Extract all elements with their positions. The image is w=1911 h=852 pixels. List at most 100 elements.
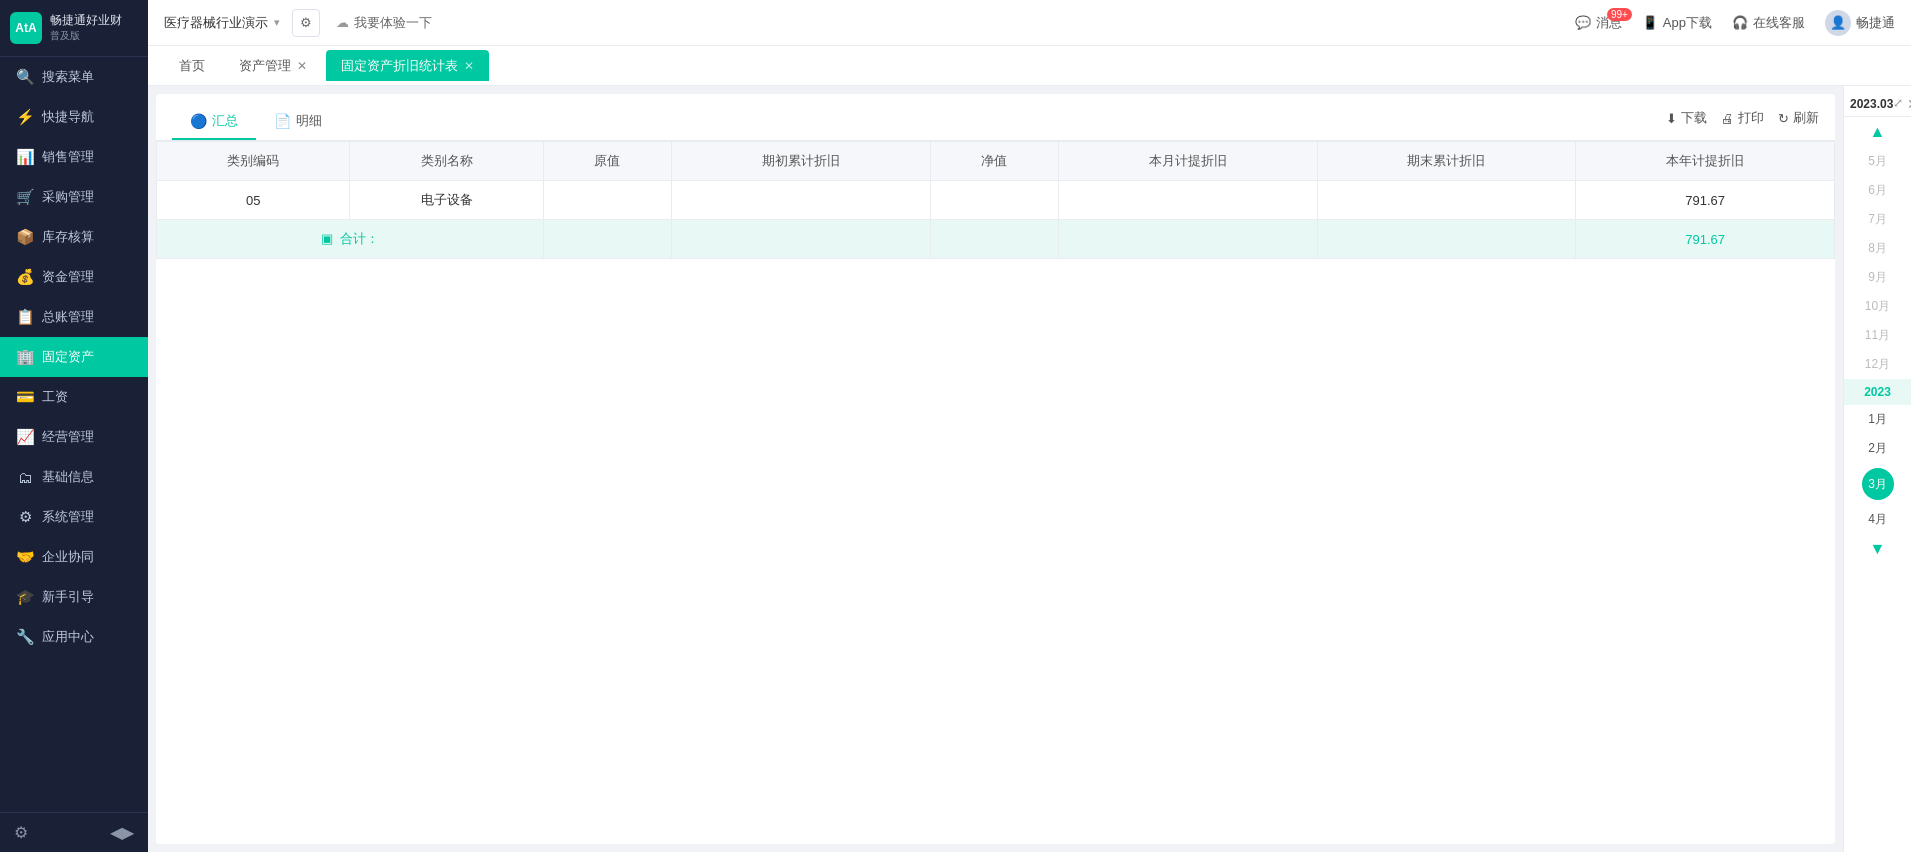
sales-icon: 📊 xyxy=(16,148,34,166)
sidebar-item-guide[interactable]: 🎓 新手引导 xyxy=(0,577,148,617)
sidebar-item-basic[interactable]: 🗂 基础信息 xyxy=(0,457,148,497)
table-header-row: 类别编码 类别名称 原值 期初累计折旧 净值 本月计提折旧 期末累计折旧 本年计… xyxy=(157,142,1835,181)
col-annual-depr: 本年计提折旧 xyxy=(1576,142,1835,181)
inventory-icon: 📦 xyxy=(16,228,34,246)
tab-assets-close[interactable]: ✕ xyxy=(297,59,307,73)
tab-depreciation-close[interactable]: ✕ xyxy=(464,59,474,73)
sidebar-item-business[interactable]: 📈 经营管理 xyxy=(0,417,148,457)
tab-assets[interactable]: 资产管理 ✕ xyxy=(224,50,322,81)
sidebar-item-fixedassets[interactable]: 🏢 固定资产 xyxy=(0,337,148,377)
funds-icon: 💰 xyxy=(16,268,34,286)
date-month-6[interactable]: 6月 xyxy=(1844,176,1911,205)
summary-tab-icon: 🔵 xyxy=(190,113,207,129)
sidebar-item-label: 快捷导航 xyxy=(42,108,94,126)
subtotal-annual-depr: 791.67 xyxy=(1576,220,1835,259)
sidebar-logo: AtA 畅捷通好业财 普及版 xyxy=(0,0,148,57)
date-month-5[interactable]: 5月 xyxy=(1844,147,1911,176)
date-month-8[interactable]: 8月 xyxy=(1844,234,1911,263)
sidebar-scroll: 🔍 搜索菜单 ⚡ 快捷导航 📊 销售管理 🛒 采购管理 📦 库存核算 💰 资金管… xyxy=(0,57,148,812)
date-nav-up[interactable]: ▲ xyxy=(1844,117,1911,147)
settings-button[interactable]: ⚙ xyxy=(292,9,320,37)
expand-icon[interactable]: ⤢ xyxy=(1893,96,1903,112)
sidebar-item-label: 系统管理 xyxy=(42,508,94,526)
date-month-3[interactable]: 3月 xyxy=(1862,468,1894,500)
top-header: 医疗器械行业演示 ▾ ⚙ ☁ 我要体验一下 💬 消息 99+ 📱 App下载 🎧… xyxy=(148,0,1911,46)
date-panel: 2023.03 ⤢ ✕ ▲ 5月 6月 7月 8月 9月 10月 11月 12月… xyxy=(1843,86,1911,852)
subtotal-icon: ▣ xyxy=(321,231,333,246)
messages-badge: 99+ xyxy=(1607,8,1632,21)
sidebar-item-label: 库存核算 xyxy=(42,228,94,246)
date-month-12[interactable]: 12月 xyxy=(1844,350,1911,379)
depreciation-table: 类别编码 类别名称 原值 期初累计折旧 净值 本月计提折旧 期末累计折旧 本年计… xyxy=(156,141,1835,259)
content-area: 🔵 汇总 📄 明细 ⬇ 下载 🖨 打印 xyxy=(148,86,1911,852)
collapse-icon[interactable]: ◀▶ xyxy=(110,823,134,842)
date-month-2[interactable]: 2月 xyxy=(1844,434,1911,463)
tab-depreciation[interactable]: 固定资产折旧统计表 ✕ xyxy=(326,50,489,81)
sidebar-item-funds[interactable]: 💰 资金管理 xyxy=(0,257,148,297)
sub-tab-detail-label: 明细 xyxy=(296,112,322,130)
coop-icon: 🤝 xyxy=(16,548,34,566)
app-name: 畅捷通好业财 xyxy=(50,13,122,29)
tab-bar: 首页 资产管理 ✕ 固定资产折旧统计表 ✕ xyxy=(148,46,1911,86)
tab-home-label: 首页 xyxy=(179,57,205,75)
print-button[interactable]: 🖨 打印 xyxy=(1721,109,1764,127)
ledger-icon: 📋 xyxy=(16,308,34,326)
sub-tab-summary[interactable]: 🔵 汇总 xyxy=(172,104,256,140)
sidebar-item-system[interactable]: ⚙ 系统管理 xyxy=(0,497,148,537)
sidebar-item-label: 采购管理 xyxy=(42,188,94,206)
basic-icon: 🗂 xyxy=(16,469,34,486)
row-name: 电子设备 xyxy=(350,181,543,220)
sidebar-item-purchase[interactable]: 🛒 采购管理 xyxy=(0,177,148,217)
company-select[interactable]: 医疗器械行业演示 ▾ xyxy=(164,14,280,32)
refresh-button[interactable]: ↻ 刷新 xyxy=(1778,109,1819,127)
sidebar-item-label: 应用中心 xyxy=(42,628,94,646)
col-opening-depr: 期初累计折旧 xyxy=(671,142,930,181)
col-ending-depr: 期末累计折旧 xyxy=(1317,142,1576,181)
date-month-1[interactable]: 1月 xyxy=(1844,405,1911,434)
sidebar-item-payroll[interactable]: 💳 工资 xyxy=(0,377,148,417)
date-month-11[interactable]: 11月 xyxy=(1844,321,1911,350)
message-icon: 💬 xyxy=(1575,15,1591,30)
detail-tab-icon: 📄 xyxy=(274,113,291,129)
date-month-4[interactable]: 4月 xyxy=(1844,505,1911,534)
sidebar-item-apps[interactable]: 🔧 应用中心 xyxy=(0,617,148,657)
sub-tab-summary-label: 汇总 xyxy=(212,112,238,130)
sidebar-item-search[interactable]: 🔍 搜索菜单 xyxy=(0,57,148,97)
main-area: 医疗器械行业演示 ▾ ⚙ ☁ 我要体验一下 💬 消息 99+ 📱 App下载 🎧… xyxy=(148,0,1911,852)
service-icon: 🎧 xyxy=(1732,15,1748,30)
download-icon: 📱 xyxy=(1642,15,1658,30)
app-download-button[interactable]: 📱 App下载 xyxy=(1642,14,1712,32)
business-icon: 📈 xyxy=(16,428,34,446)
col-code: 类别编码 xyxy=(157,142,350,181)
date-month-10[interactable]: 10月 xyxy=(1844,292,1911,321)
messages-button[interactable]: 💬 消息 99+ xyxy=(1575,14,1622,32)
sidebar-item-inventory[interactable]: 📦 库存核算 xyxy=(0,217,148,257)
online-service-button[interactable]: 🎧 在线客服 xyxy=(1732,14,1805,32)
date-nav-down[interactable]: ▼ xyxy=(1844,534,1911,564)
table-wrap: 类别编码 类别名称 原值 期初累计折旧 净值 本月计提折旧 期末累计折旧 本年计… xyxy=(156,141,1835,844)
app-logo-icon: AtA xyxy=(10,12,42,44)
tab-depreciation-label: 固定资产折旧统计表 xyxy=(341,57,458,75)
sidebar-item-sales[interactable]: 📊 销售管理 xyxy=(0,137,148,177)
sidebar-item-ledger[interactable]: 📋 总账管理 xyxy=(0,297,148,337)
date-month-9[interactable]: 9月 xyxy=(1844,263,1911,292)
sub-tab-detail[interactable]: 📄 明细 xyxy=(256,104,340,140)
close-date-panel-icon[interactable]: ✕ xyxy=(1907,96,1911,112)
experience-button[interactable]: ☁ 我要体验一下 xyxy=(336,14,432,32)
subtotal-label: ▣ 合计： xyxy=(157,220,544,259)
sidebar-item-coop[interactable]: 🤝 企业协同 xyxy=(0,537,148,577)
content-main: 🔵 汇总 📄 明细 ⬇ 下载 🖨 打印 xyxy=(156,94,1835,844)
user-profile[interactable]: 👤 畅捷通 xyxy=(1825,10,1895,36)
settings-bottom-icon[interactable]: ⚙ xyxy=(14,823,28,842)
subtotal-opening-depr xyxy=(671,220,930,259)
avatar: 👤 xyxy=(1825,10,1851,36)
sidebar-item-label: 新手引导 xyxy=(42,588,94,606)
subtotal-row: ▣ 合计： 791.67 xyxy=(157,220,1835,259)
sidebar-item-label: 基础信息 xyxy=(42,468,94,486)
logo-text: AtA xyxy=(15,21,36,35)
sidebar-item-quicknav[interactable]: ⚡ 快捷导航 xyxy=(0,97,148,137)
date-month-7[interactable]: 7月 xyxy=(1844,205,1911,234)
tab-home[interactable]: 首页 xyxy=(164,50,220,81)
print-label: 打印 xyxy=(1738,109,1764,127)
download-button[interactable]: ⬇ 下载 xyxy=(1666,109,1707,127)
